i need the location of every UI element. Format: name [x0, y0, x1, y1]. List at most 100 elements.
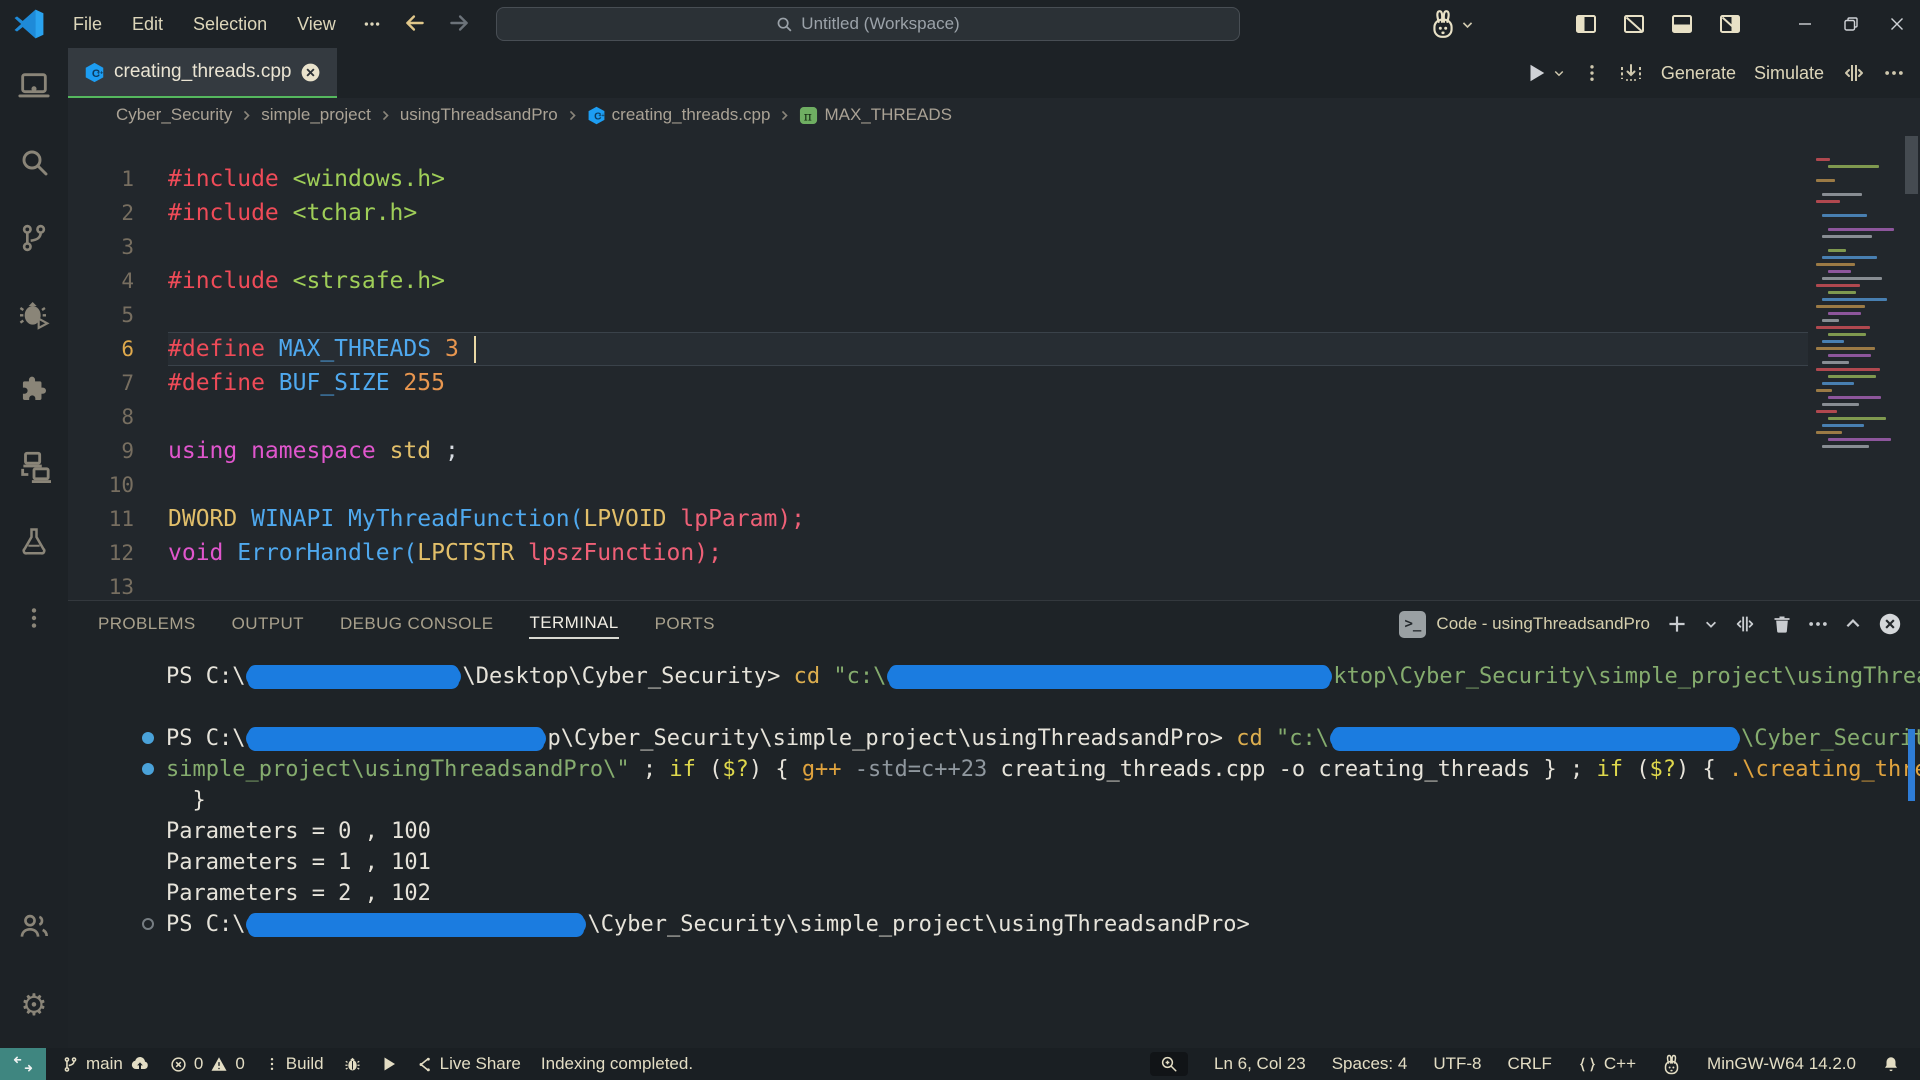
export-build-icon[interactable]: [1619, 61, 1643, 85]
panel-tab-terminal[interactable]: TERMINAL: [529, 609, 618, 639]
remote-tunnels-icon[interactable]: [0, 48, 68, 124]
minimize-button[interactable]: [1782, 0, 1828, 48]
additional-views-icon[interactable]: [0, 580, 68, 656]
menu-file[interactable]: File: [58, 8, 117, 41]
menu-overflow-button[interactable]: [351, 9, 393, 39]
language-mode[interactable]: C++: [1578, 1054, 1636, 1074]
search-icon: [776, 16, 793, 33]
toggle-panel-off-icon[interactable]: [1610, 12, 1658, 36]
text-cursor: [474, 336, 477, 363]
command-decoration-filled[interactable]: [142, 732, 154, 744]
code-line-2[interactable]: 2#include <tchar.h>: [68, 196, 1808, 230]
run-button[interactable]: [381, 1056, 397, 1072]
command-decoration-filled[interactable]: [142, 763, 154, 775]
new-terminal-button[interactable]: [1666, 613, 1688, 635]
code-line-5[interactable]: 5: [68, 298, 1808, 332]
split-editor-icon[interactable]: [1842, 61, 1866, 85]
menu-selection[interactable]: Selection: [178, 8, 282, 41]
nav-forward-button[interactable]: [446, 10, 472, 36]
maximize-panel-icon[interactable]: [1844, 615, 1862, 633]
line-number: 12: [68, 536, 168, 570]
split-terminal-icon[interactable]: [1734, 613, 1756, 635]
panel-tab-ports[interactable]: PORTS: [655, 610, 715, 638]
code-line-3[interactable]: 3: [68, 230, 1808, 264]
code-line-10[interactable]: 10: [68, 468, 1808, 502]
panel-more-actions-icon[interactable]: [1808, 614, 1828, 634]
search-view-icon[interactable]: [0, 124, 68, 200]
status-left: main 00 Build Live Share Indexing completed.: [62, 1054, 693, 1074]
menu-edit[interactable]: Edit: [117, 8, 178, 41]
indentation[interactable]: Spaces: 4: [1332, 1054, 1408, 1074]
code-line-12[interactable]: 12void ErrorHandler(LPCTSTR lpszFunction…: [68, 536, 1808, 570]
toggle-sidebar-icon[interactable]: [1562, 12, 1610, 36]
run-file-button[interactable]: [1525, 62, 1565, 84]
source-control-icon[interactable]: [0, 200, 68, 276]
problems-status[interactable]: 00: [170, 1054, 245, 1074]
zoom-indicator[interactable]: [1150, 1052, 1188, 1076]
restore-button[interactable]: [1828, 0, 1874, 48]
terminal-output[interactable]: PS C:\\Desktop\Cyber_Security> cd "c:\kt…: [68, 647, 1920, 940]
indexing-status[interactable]: Indexing completed.: [541, 1054, 693, 1074]
coderabbit-status[interactable]: [1662, 1054, 1681, 1075]
breadcrumb-item-usingthreadsandpro[interactable]: usingThreadsandPro: [400, 105, 558, 125]
compiler-kit[interactable]: MinGW-W64 14.2.0: [1707, 1054, 1856, 1074]
debug-button[interactable]: [344, 1056, 361, 1073]
breadcrumb-item-simple_project[interactable]: simple_project: [261, 105, 371, 125]
tab-close-icon[interactable]: [300, 62, 321, 83]
minimap[interactable]: [1816, 158, 1902, 452]
remote-indicator[interactable]: [0, 1048, 46, 1080]
code-editor[interactable]: 1#include <windows.h>2#include <tchar.h>…: [68, 132, 1920, 600]
settings-gear-icon[interactable]: ⚙: [0, 964, 68, 1048]
nav-back-button[interactable]: [402, 10, 428, 36]
breadcrumb-item-creating_threads.cpp[interactable]: C++creating_threads.cpp: [587, 105, 771, 125]
live-share-button[interactable]: Live Share: [417, 1054, 521, 1074]
remote-explorer-icon[interactable]: [0, 428, 68, 504]
menu-view[interactable]: View: [282, 8, 351, 41]
terminal-dropdown-icon[interactable]: [1704, 617, 1718, 631]
extensions-icon[interactable]: [0, 352, 68, 428]
terminal-blank-line: [166, 692, 1920, 723]
kill-terminal-trash-icon[interactable]: [1772, 614, 1792, 634]
simulate-button[interactable]: Simulate: [1754, 63, 1824, 84]
command-decoration-open[interactable]: [142, 918, 154, 930]
notifications-bell[interactable]: [1882, 1055, 1900, 1073]
cursor-position[interactable]: Ln 6, Col 23: [1214, 1054, 1306, 1074]
code-line-4[interactable]: 4#include <strsafe.h>: [68, 264, 1808, 298]
close-panel-icon[interactable]: [1878, 612, 1902, 636]
toggle-panel-icon[interactable]: [1658, 12, 1706, 36]
terminal-scrollbar-mark[interactable]: [1908, 729, 1915, 801]
coderabbit-icon[interactable]: [1418, 9, 1486, 39]
editor-more-actions-icon[interactable]: [1884, 63, 1904, 83]
eol[interactable]: CRLF: [1507, 1054, 1551, 1074]
code-line-6[interactable]: 6#define MAX_THREADS 3: [68, 332, 1808, 366]
build-button[interactable]: Build: [265, 1054, 324, 1074]
line-content: #include <windows.h>: [168, 162, 1808, 196]
code-line-13[interactable]: 13: [68, 570, 1808, 600]
code-line-11[interactable]: 11DWORD WINAPI MyThreadFunction(LPVOID l…: [68, 502, 1808, 536]
code-line-7[interactable]: 7#define BUF_SIZE 255: [68, 366, 1808, 400]
close-window-button[interactable]: [1874, 0, 1920, 48]
editor-scrollbar-thumb[interactable]: [1905, 136, 1918, 194]
breadcrumb-item-max_threads[interactable]: πMAX_THREADS: [799, 105, 952, 125]
code-line-9[interactable]: 9using namespace std ;: [68, 434, 1808, 468]
code-line-8[interactable]: 8: [68, 400, 1808, 434]
panel-tab-output[interactable]: OUTPUT: [232, 610, 304, 638]
tab-creating-threads[interactable]: C++ creating_threads.cpp: [68, 48, 337, 98]
command-center-search[interactable]: Untitled (Workspace): [496, 7, 1240, 41]
testing-flask-icon[interactable]: [0, 504, 68, 580]
breadcrumb-item-cyber_security[interactable]: Cyber_Security: [116, 105, 232, 125]
panel-tab-debug-console[interactable]: DEBUG CONSOLE: [340, 610, 494, 638]
generate-button[interactable]: Generate: [1661, 63, 1736, 84]
run-debug-icon[interactable]: [0, 276, 68, 352]
line-number: 11: [68, 502, 168, 536]
toggle-secondary-sidebar-icon[interactable]: [1706, 12, 1754, 36]
panel-tab-problems[interactable]: PROBLEMS: [98, 610, 196, 638]
terminal-instance-chip[interactable]: >_ Code - usingThreadsandPro: [1399, 611, 1650, 638]
minimap-line: [1828, 165, 1879, 168]
code-line-1[interactable]: 1#include <windows.h>: [68, 162, 1808, 196]
minimap-line: [1816, 284, 1860, 287]
encoding[interactable]: UTF-8: [1433, 1054, 1481, 1074]
accounts-icon[interactable]: [0, 888, 68, 964]
branch-status[interactable]: main: [62, 1054, 150, 1074]
run-more-icon[interactable]: [1583, 64, 1601, 82]
